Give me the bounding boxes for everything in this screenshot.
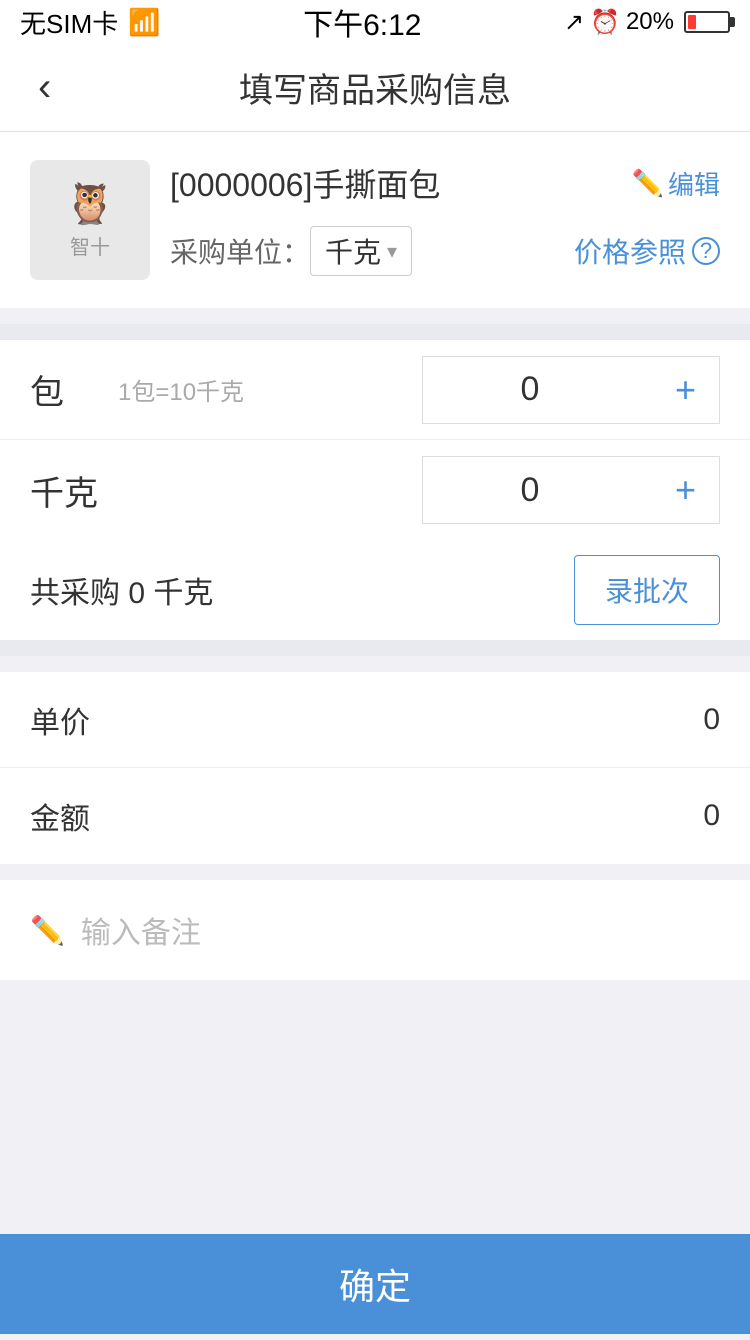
product-card: 🦉 智十 [0000006]手撕面包 ✏️ 编辑 采购单位： 千克 ▾ 价格参照… — [0, 132, 750, 308]
empty-space — [0, 980, 750, 1240]
unit-label: 采购单位： — [170, 231, 310, 271]
bag-field-wrap: + — [422, 356, 720, 424]
status-time: 下午6:12 — [303, 0, 421, 44]
carrier-text: 无SIM卡 — [20, 4, 118, 41]
unit-price-row: 单价 0 — [0, 672, 750, 768]
product-thumb-label: 智十 — [70, 231, 110, 260]
help-icon: ? — [692, 237, 720, 265]
battery-percent: 20% — [626, 8, 674, 36]
amount-row: 金额 0 — [0, 768, 750, 864]
confirm-button-label: 确定 — [339, 1258, 411, 1310]
product-info: [0000006]手撕面包 ✏️ 编辑 采购单位： 千克 ▾ 价格参照 ? — [170, 160, 720, 276]
kg-plus-button[interactable]: + — [652, 456, 720, 524]
wifi-icon: 📶 — [128, 7, 160, 38]
price-section: 单价 0 金额 0 — [0, 672, 750, 864]
status-left: 无SIM卡 📶 — [20, 4, 161, 41]
edit-label: 编辑 — [668, 165, 720, 202]
alarm-icon: ⏰ — [590, 8, 620, 37]
amount-value: 0 — [703, 799, 720, 833]
unit-select[interactable]: 千克 ▾ — [310, 226, 412, 276]
section-divider-1 — [0, 324, 750, 340]
location-icon: ↗ — [564, 8, 584, 37]
note-placeholder: 输入备注 — [81, 908, 201, 952]
unit-price-label: 单价 — [30, 698, 90, 742]
status-right: ↗ ⏰ 20% — [564, 8, 730, 37]
amount-label: 金额 — [30, 794, 90, 838]
page-title: 填写商品采购信息 — [239, 63, 511, 112]
back-button[interactable]: ‹ — [28, 55, 61, 120]
product-name-row: [0000006]手撕面包 ✏️ 编辑 — [170, 160, 720, 206]
summary-section: 共采购 0 千克 录批次 — [0, 540, 750, 640]
summary-text: 共采购 0 千克 — [30, 568, 213, 612]
product-name: [0000006]手撕面包 — [170, 160, 440, 206]
record-batch-button[interactable]: 录批次 — [574, 555, 720, 625]
chevron-down-icon: ▾ — [387, 239, 397, 264]
product-thumbnail: 🦉 智十 — [30, 160, 150, 280]
status-bar: 无SIM卡 📶 下午6:12 ↗ ⏰ 20% — [0, 0, 750, 44]
confirm-bar[interactable]: 确定 — [0, 1234, 750, 1334]
price-ref-label: 价格参照 — [574, 231, 686, 271]
edit-icon: ✏️ — [632, 168, 664, 199]
section-divider-2 — [0, 640, 750, 656]
unit-row: 采购单位： 千克 ▾ 价格参照 ? — [170, 226, 720, 276]
unit-price-value: 0 — [703, 703, 720, 737]
edit-button[interactable]: ✏️ 编辑 — [632, 165, 720, 202]
kg-label: 千克 — [30, 466, 110, 515]
price-ref-button[interactable]: 价格参照 ? — [574, 231, 720, 271]
product-thumb-owl-icon: 🦉 — [65, 180, 115, 227]
bag-input[interactable] — [422, 356, 652, 424]
bag-input-row: 包 1包=10千克 + — [0, 340, 750, 440]
note-section[interactable]: ✏️ 输入备注 — [0, 880, 750, 980]
kg-field-wrap: + — [422, 456, 720, 524]
kg-input[interactable] — [422, 456, 652, 524]
pencil-icon: ✏️ — [30, 914, 65, 947]
bag-sub-label: 1包=10千克 — [118, 372, 422, 407]
bag-plus-button[interactable]: + — [652, 356, 720, 424]
battery-icon — [684, 11, 730, 33]
bag-label: 包 — [30, 365, 110, 414]
nav-bar: ‹ 填写商品采购信息 — [0, 44, 750, 132]
input-section: 包 1包=10千克 + 千克 + — [0, 340, 750, 540]
unit-value: 千克 — [325, 231, 381, 271]
kg-input-row: 千克 + — [0, 440, 750, 540]
summary-row: 共采购 0 千克 录批次 — [30, 540, 720, 640]
